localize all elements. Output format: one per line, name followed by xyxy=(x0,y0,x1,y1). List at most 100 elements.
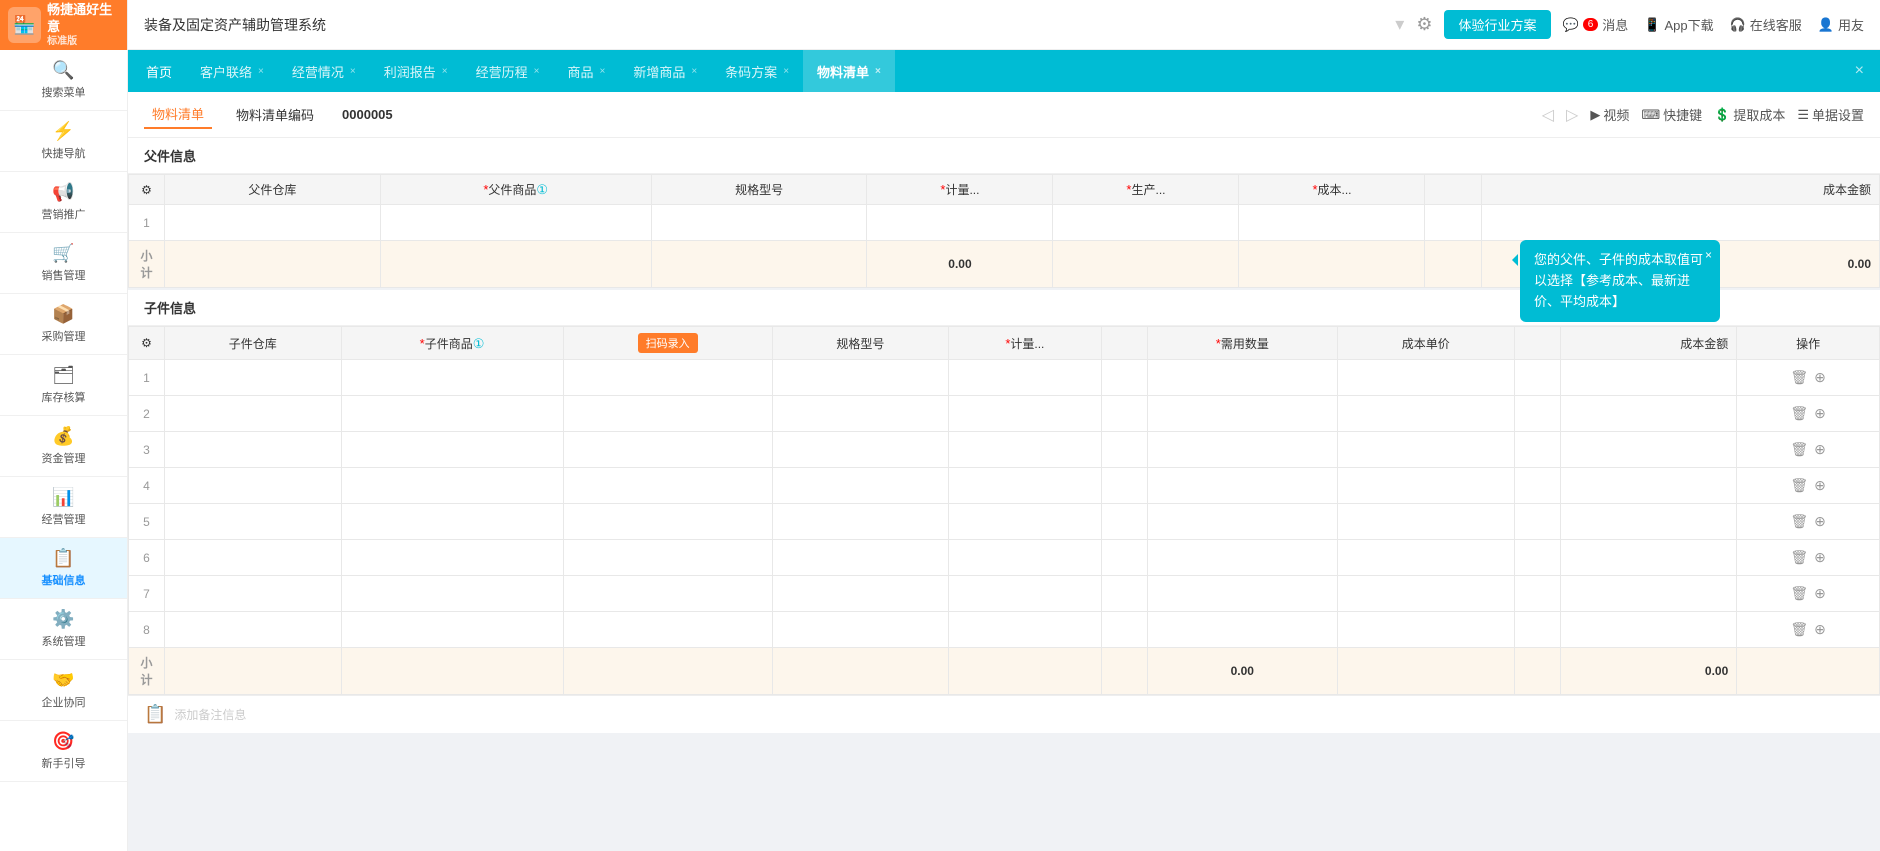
copy-icon[interactable]: ⊕ xyxy=(1814,621,1826,638)
child-qty-cell[interactable] xyxy=(1147,504,1337,540)
parent-cost-cell[interactable] xyxy=(1239,205,1425,241)
child-qty-cell[interactable] xyxy=(1147,360,1337,396)
child-unit-cost-cell[interactable] xyxy=(1337,612,1514,648)
copy-icon[interactable]: ⊕ xyxy=(1814,405,1826,422)
child-qty-cell[interactable] xyxy=(1147,468,1337,504)
col-settings-child[interactable]: ⚙ xyxy=(129,327,165,360)
child-unit-cost-cell[interactable] xyxy=(1337,540,1514,576)
child-unit-cost-cell[interactable] xyxy=(1337,576,1514,612)
child-spec-cell[interactable] xyxy=(772,432,949,468)
child-qty-cell[interactable] xyxy=(1147,576,1337,612)
doc-settings-action[interactable]: ☰ 单据设置 xyxy=(1797,105,1864,124)
sidebar-item-quick-nav[interactable]: ⚡ 快捷导航 xyxy=(0,111,127,172)
app-download-item[interactable]: 📱 App下载 xyxy=(1644,15,1713,34)
child-spec-cell[interactable] xyxy=(772,540,949,576)
child-unit-cell[interactable] xyxy=(949,468,1101,504)
sub-tab-bom-list[interactable]: 物料清单 xyxy=(144,100,212,129)
child-warehouse-cell[interactable] xyxy=(165,396,342,432)
child-goods-cell[interactable] xyxy=(341,540,563,576)
child-unit-cell[interactable] xyxy=(949,504,1101,540)
child-unit-cost-cell[interactable] xyxy=(1337,360,1514,396)
tab-close-icon[interactable]: × xyxy=(534,66,540,77)
child-spec-cell[interactable] xyxy=(772,396,949,432)
child-unit-cell[interactable] xyxy=(949,396,1101,432)
parent-unit-cell[interactable] xyxy=(867,205,1053,241)
delete-icon[interactable]: 🗑 xyxy=(1790,549,1808,566)
copy-icon[interactable]: ⊕ xyxy=(1814,477,1826,494)
delete-icon[interactable]: 🗑 xyxy=(1790,405,1808,422)
tab-close-icon[interactable]: × xyxy=(599,66,605,77)
child-qty-cell[interactable] xyxy=(1147,396,1337,432)
copy-icon[interactable]: ⊕ xyxy=(1814,369,1826,386)
shortcut-action[interactable]: ⌨ 快捷键 xyxy=(1641,105,1702,124)
child-warehouse-cell[interactable] xyxy=(165,504,342,540)
prev-arrow-icon[interactable]: ◁ xyxy=(1542,105,1554,125)
child-unit-cell[interactable] xyxy=(949,432,1101,468)
settings-gear-icon[interactable]: ⚙ xyxy=(1416,14,1432,35)
child-unit-cell[interactable] xyxy=(949,360,1101,396)
sub-tab-bom-code[interactable]: 物料清单编码 xyxy=(228,101,322,128)
sidebar-item-finance[interactable]: 💰 资金管理 xyxy=(0,416,127,477)
child-warehouse-cell[interactable] xyxy=(165,540,342,576)
child-spec-cell[interactable] xyxy=(772,504,949,540)
tab-customer[interactable]: 客户联络 × xyxy=(186,50,278,92)
child-spec-cell[interactable] xyxy=(772,612,949,648)
parent-goods-cell[interactable] xyxy=(380,205,651,241)
child-warehouse-cell[interactable] xyxy=(165,360,342,396)
child-unit-cell[interactable] xyxy=(949,612,1101,648)
child-unit-cost-cell[interactable] xyxy=(1337,432,1514,468)
sidebar-item-marketing[interactable]: 📢 营销推广 xyxy=(0,172,127,233)
sidebar-item-sales[interactable]: 🛒 销售管理 xyxy=(0,233,127,294)
delete-icon[interactable]: 🗑 xyxy=(1790,369,1808,386)
child-qty-cell[interactable] xyxy=(1147,540,1337,576)
delete-icon[interactable]: 🗑 xyxy=(1790,513,1808,530)
tab-operations-status[interactable]: 经营情况 × xyxy=(278,50,370,92)
tab-profit-report[interactable]: 利润报告 × xyxy=(370,50,462,92)
child-spec-cell[interactable] xyxy=(772,468,949,504)
user-item[interactable]: 👤 用友 xyxy=(1818,15,1864,34)
tab-close-icon[interactable]: × xyxy=(691,66,697,77)
online-service-item[interactable]: 🎧 在线客服 xyxy=(1730,15,1802,34)
cost-action[interactable]: 💲 提取成本 xyxy=(1714,105,1785,124)
child-spec-cell[interactable] xyxy=(772,360,949,396)
child-warehouse-cell[interactable] xyxy=(165,576,342,612)
child-qty-cell[interactable] xyxy=(1147,612,1337,648)
tab-close-icon[interactable]: × xyxy=(875,66,881,77)
child-warehouse-cell[interactable] xyxy=(165,432,342,468)
trial-btn[interactable]: 体验行业方案 xyxy=(1444,10,1550,39)
sidebar-item-enterprise[interactable]: 🤝 企业协同 xyxy=(0,660,127,721)
tab-barcode[interactable]: 条码方案 × xyxy=(711,50,803,92)
sidebar-item-purchase[interactable]: 📦 采购管理 xyxy=(0,294,127,355)
delete-icon[interactable]: 🗑 xyxy=(1790,585,1808,602)
child-goods-cell[interactable] xyxy=(341,396,563,432)
tab-home[interactable]: 首页 xyxy=(132,50,186,92)
sidebar-item-inventory[interactable]: 🗂 库存核算 xyxy=(0,355,127,416)
sidebar-item-operations[interactable]: 📊 经营管理 xyxy=(0,477,127,538)
child-unit-cost-cell[interactable] xyxy=(1337,468,1514,504)
parent-warehouse-cell[interactable] xyxy=(165,205,381,241)
delete-icon[interactable]: 🗑 xyxy=(1790,441,1808,458)
copy-icon[interactable]: ⊕ xyxy=(1814,585,1826,602)
col-settings-parent[interactable]: ⚙ xyxy=(129,175,165,205)
next-arrow-icon[interactable]: ▷ xyxy=(1566,105,1578,125)
child-spec-cell[interactable] xyxy=(772,576,949,612)
delete-icon[interactable]: 🗑 xyxy=(1790,477,1808,494)
child-unit-cost-cell[interactable] xyxy=(1337,396,1514,432)
child-unit-cell[interactable] xyxy=(949,540,1101,576)
tab-operations-history[interactable]: 经营历程 × xyxy=(462,50,554,92)
tab-area-close-icon[interactable]: × xyxy=(1843,50,1876,92)
child-goods-cell[interactable] xyxy=(341,612,563,648)
view-action[interactable]: ▶ 视频 xyxy=(1590,105,1629,124)
copy-icon[interactable]: ⊕ xyxy=(1814,549,1826,566)
copy-icon[interactable]: ⊕ xyxy=(1814,441,1826,458)
child-goods-cell[interactable] xyxy=(341,576,563,612)
child-unit-cell[interactable] xyxy=(949,576,1101,612)
child-warehouse-cell[interactable] xyxy=(165,468,342,504)
tab-close-icon[interactable]: × xyxy=(442,66,448,77)
tab-close-icon[interactable]: × xyxy=(350,66,356,77)
tab-close-icon[interactable]: × xyxy=(783,66,789,77)
child-goods-cell[interactable] xyxy=(341,504,563,540)
child-goods-cell[interactable] xyxy=(341,432,563,468)
delete-icon[interactable]: 🗑 xyxy=(1790,621,1808,638)
child-goods-cell[interactable] xyxy=(341,468,563,504)
